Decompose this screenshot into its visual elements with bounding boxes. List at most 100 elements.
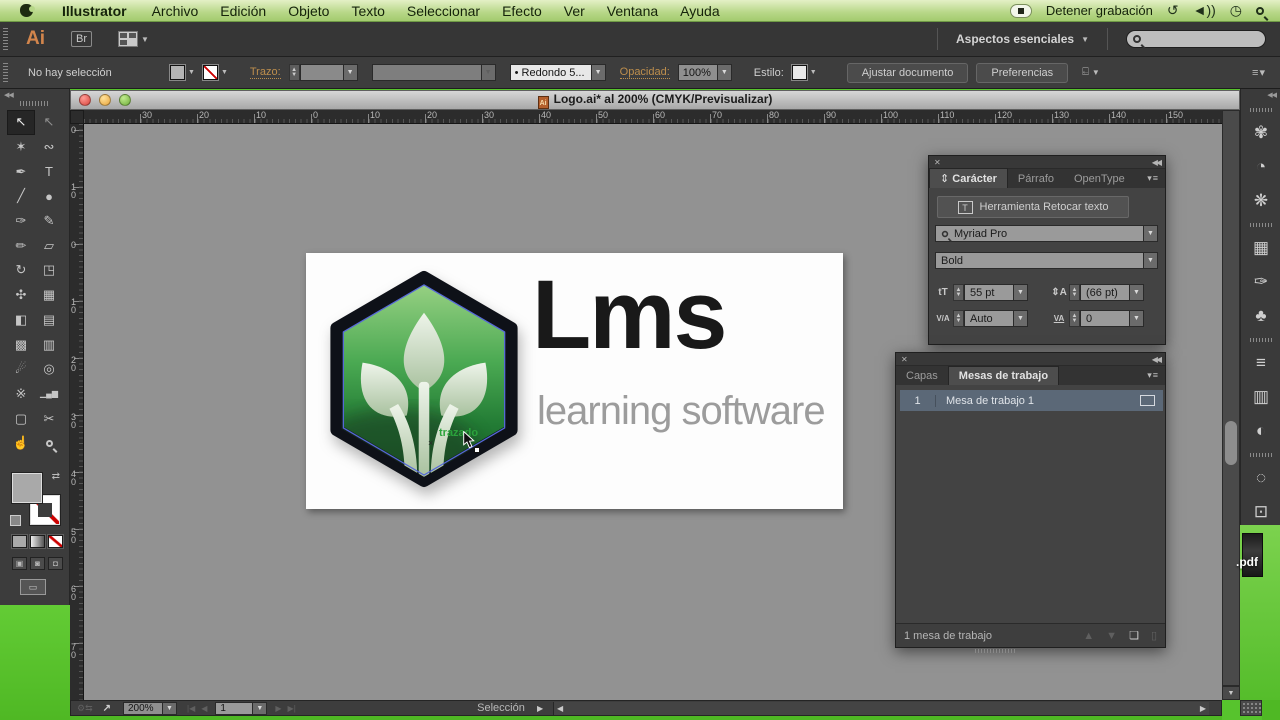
- draw-behind-button[interactable]: ◙: [30, 557, 45, 570]
- artboard-list-row[interactable]: 1 Mesa de trabajo 1: [900, 390, 1163, 411]
- chevron-down-icon[interactable]: ▼: [188, 69, 195, 76]
- width-profile-field[interactable]: [371, 64, 482, 81]
- scroll-left-button[interactable]: ◀: [557, 704, 563, 713]
- next-artboard-button[interactable]: ▶: [275, 704, 281, 713]
- brush-definition-dropdown[interactable]: ▼: [591, 64, 606, 81]
- draw-inside-button[interactable]: ◘: [48, 557, 63, 570]
- menu-seleccionar[interactable]: Seleccionar: [396, 0, 491, 22]
- shape-builder-tool[interactable]: ◧: [7, 308, 35, 333]
- ruler-origin-corner[interactable]: [70, 110, 84, 124]
- stop-record-icon[interactable]: [1009, 3, 1032, 18]
- delete-artboard-icon[interactable]: ▯: [1151, 629, 1157, 642]
- width-tool[interactable]: ✣: [7, 283, 35, 308]
- collapse-panel-icon[interactable]: ◀◀: [1152, 355, 1162, 364]
- previous-artboard-button[interactable]: ◀: [201, 704, 207, 713]
- opacity-field[interactable]: 100%: [677, 64, 718, 81]
- undefined[interactable]: ≡: [1241, 346, 1280, 380]
- artboard[interactable]: Lms learning software trazado ×: [306, 253, 843, 509]
- preferences-button[interactable]: Preferencias: [976, 62, 1069, 83]
- apple-menu-icon[interactable]: [20, 4, 35, 17]
- scroll-down-button[interactable]: ▼: [1222, 686, 1240, 700]
- vertical-scrollbar[interactable]: [1222, 110, 1240, 686]
- width-profile-dropdown[interactable]: ▼: [481, 64, 496, 81]
- rotate-tool[interactable]: ↻: [7, 258, 35, 283]
- logo-title-text[interactable]: Lms: [532, 266, 727, 363]
- swap-fill-stroke-icon[interactable]: ⇄: [52, 471, 60, 482]
- pen-tool[interactable]: ✒: [7, 159, 35, 184]
- last-artboard-button[interactable]: ▶|: [288, 704, 296, 713]
- artboard-row-name[interactable]: Mesa de trabajo 1: [936, 395, 1140, 407]
- font-size-dropdown[interactable]: ▼: [1014, 284, 1028, 301]
- font-family-field[interactable]: Myriad Pro: [935, 225, 1144, 242]
- bridge-button[interactable]: Br: [71, 31, 92, 47]
- undefined[interactable]: ◔: [1241, 150, 1280, 184]
- chevron-down-icon[interactable]: ▼: [810, 69, 817, 76]
- blend-tool[interactable]: ◎: [35, 357, 63, 382]
- tools-grip[interactable]: [20, 101, 50, 106]
- horizontal-scrollbar[interactable]: ◀ ▶: [553, 702, 1209, 715]
- menu-edicion[interactable]: Edición: [209, 0, 277, 22]
- dock-group-grip[interactable]: [1250, 453, 1272, 457]
- spotlight-icon[interactable]: [1256, 6, 1264, 15]
- graphic-style-swatch[interactable]: [790, 64, 808, 81]
- vertical-scroll-thumb[interactable]: [1225, 421, 1237, 465]
- panel-menu-icon[interactable]: ▾≡: [1147, 173, 1159, 184]
- stop-record-label[interactable]: Detener grabación: [1046, 3, 1153, 18]
- stroke-swatch[interactable]: [201, 64, 219, 81]
- lasso-tool[interactable]: ∾: [35, 135, 63, 160]
- font-style-dropdown[interactable]: ▼: [1144, 252, 1158, 269]
- tab-opentype[interactable]: OpenType: [1064, 170, 1135, 188]
- undefined[interactable]: ♣: [1241, 299, 1280, 333]
- menu-objeto[interactable]: Objeto: [277, 0, 340, 22]
- leading-stepper[interactable]: ▲ ▼: [1069, 284, 1080, 301]
- font-size-field[interactable]: 55 pt: [964, 284, 1014, 301]
- document-title-bar[interactable]: Ai Logo.ai* al 200% (CMYK/Previsualizar): [70, 90, 1240, 110]
- pencil-tool[interactable]: ✎: [35, 209, 63, 234]
- hand-tool[interactable]: ☝: [7, 431, 35, 456]
- none-button[interactable]: [47, 534, 64, 549]
- scale-tool[interactable]: ◳: [35, 258, 63, 283]
- eraser-tool[interactable]: ▱: [35, 233, 63, 258]
- color-button[interactable]: [11, 534, 28, 549]
- control-panel-menu-icon[interactable]: ≡▾: [1252, 66, 1266, 79]
- stroke-weight-field[interactable]: [299, 64, 344, 81]
- time-machine-icon[interactable]: ↺: [1167, 2, 1179, 19]
- artboard-number-dropdown[interactable]: ▼: [253, 701, 268, 715]
- panel-menu-icon[interactable]: ▾≡: [1147, 370, 1159, 381]
- dock-group-grip[interactable]: [1250, 223, 1272, 227]
- menu-efecto[interactable]: Efecto: [491, 0, 553, 22]
- first-artboard-button[interactable]: |◀: [187, 704, 195, 713]
- gradient-button[interactable]: [29, 534, 46, 549]
- vertical-ruler[interactable]: 0 10 0 10 20 30 40 50 60 70: [70, 124, 84, 700]
- paintbrush-tool[interactable]: ✑: [7, 209, 35, 234]
- workspace-switcher[interactable]: Aspectos esenciales ▼: [956, 32, 1089, 46]
- opacity-dropdown[interactable]: ▼: [717, 64, 732, 81]
- default-fill-stroke-icon[interactable]: [10, 515, 21, 526]
- tab-layers[interactable]: Capas: [896, 367, 948, 385]
- artboard-tool[interactable]: ▢: [7, 406, 35, 431]
- fill-color-well[interactable]: [11, 472, 43, 504]
- artboard-icon[interactable]: [1140, 395, 1155, 406]
- export-icon[interactable]: ↗: [103, 703, 111, 714]
- tracking-dropdown[interactable]: ▼: [1130, 310, 1144, 327]
- kerning-dropdown[interactable]: ▼: [1014, 310, 1028, 327]
- stroke-weight-dropdown[interactable]: ▼: [343, 64, 358, 81]
- zoom-level-field[interactable]: 200%: [123, 701, 163, 715]
- window-resize-grip[interactable]: [1240, 700, 1262, 716]
- menu-archivo[interactable]: Archivo: [141, 0, 210, 22]
- menu-texto[interactable]: Texto: [340, 0, 395, 22]
- eyedropper-tool[interactable]: ☄: [7, 357, 35, 382]
- collapse-tools-icon[interactable]: ◀◀: [4, 91, 14, 99]
- selection-tool[interactable]: ↖: [7, 110, 35, 135]
- brush-definition-field[interactable]: • Redondo 5...: [509, 64, 592, 81]
- tab-artboards[interactable]: Mesas de trabajo: [947, 366, 1060, 385]
- tab-character[interactable]: ⇕ Carácter: [929, 168, 1008, 188]
- clock-icon[interactable]: ◷: [1230, 2, 1242, 19]
- fill-swatch[interactable]: [169, 64, 186, 81]
- isolate-selection-icon[interactable]: ⍇ ▼: [1082, 66, 1100, 79]
- logo-subtitle-text[interactable]: learning software: [537, 391, 826, 431]
- undefined[interactable]: ❋: [1241, 184, 1280, 218]
- draw-normal-button[interactable]: ▣: [12, 557, 27, 570]
- leading-field[interactable]: (66 pt): [1080, 284, 1130, 301]
- shape-tool[interactable]: ●: [35, 184, 63, 209]
